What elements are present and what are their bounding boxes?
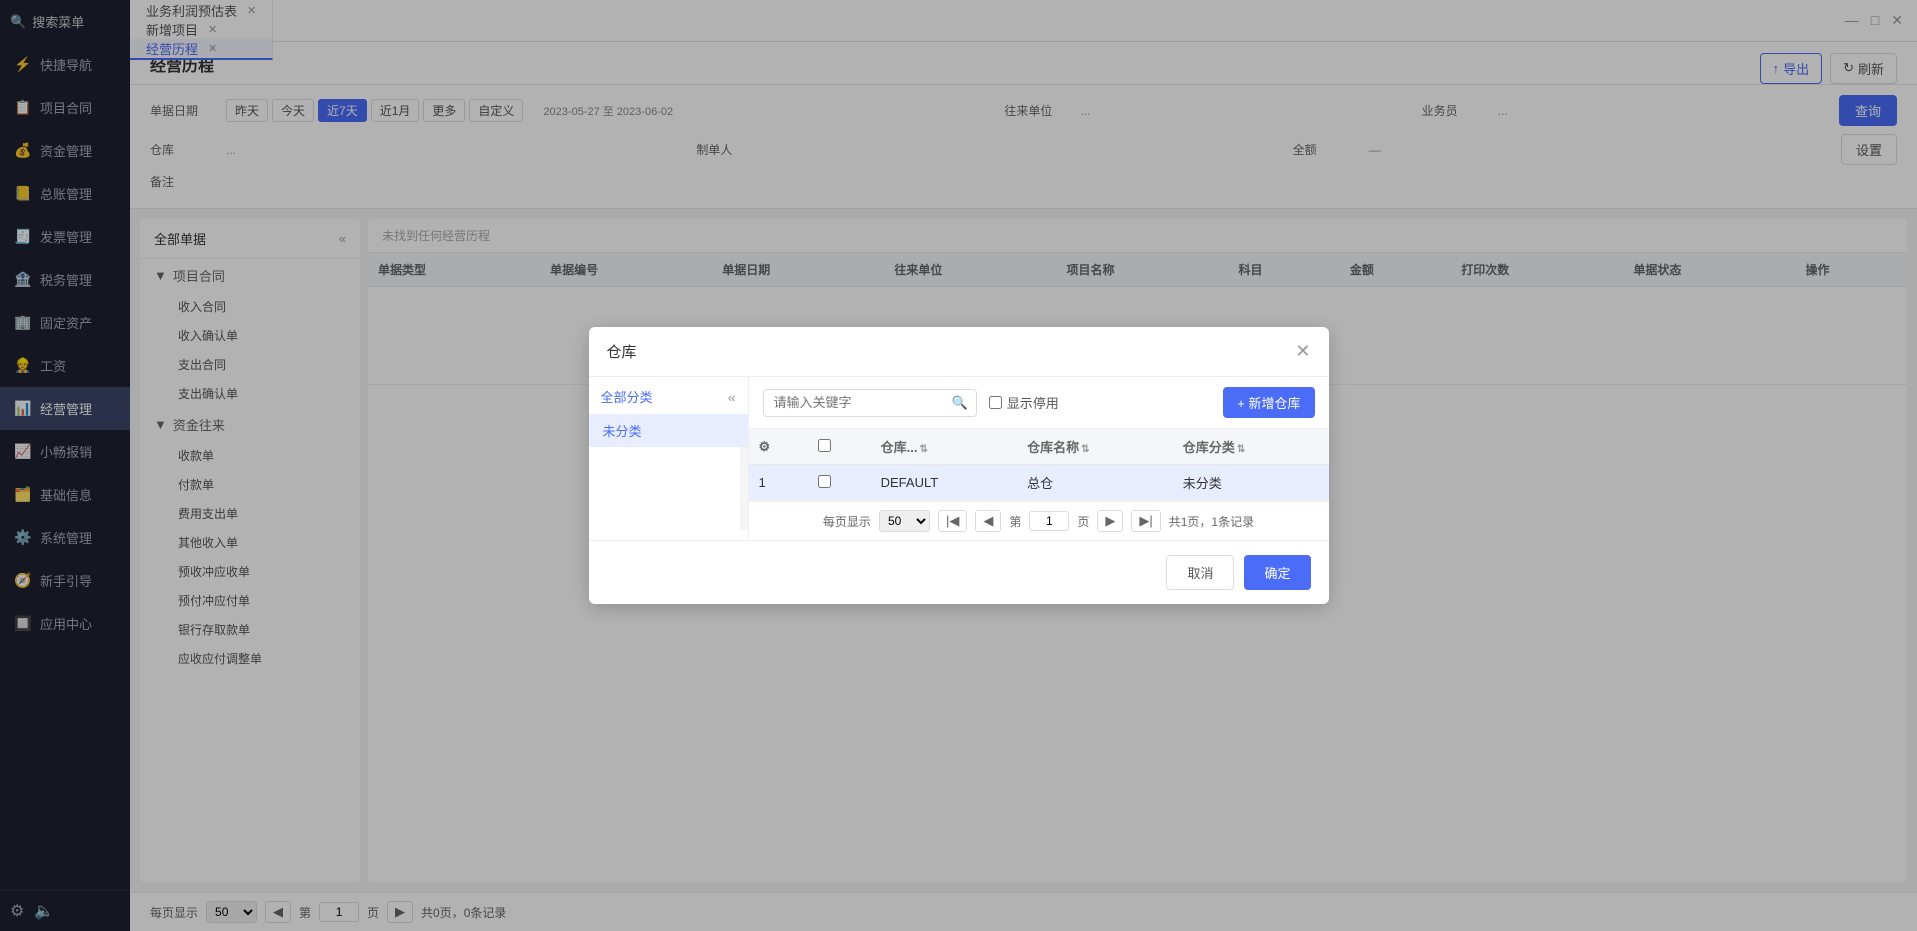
warehouse-modal: 仓库 ✕ 全部分类 « 未分类 <box>589 327 1329 604</box>
modal-toolbar: 🔍 显示停用 + 新增仓库 <box>749 377 1329 429</box>
modal-search-icon: 🔍 <box>944 390 976 416</box>
modal-search-input[interactable] <box>764 390 944 415</box>
warehouse-table-body: 1 DEFAULT 总仓 未分类 <box>749 465 1329 501</box>
modal-last-page-btn[interactable]: ▶| <box>1131 510 1160 532</box>
modal-prev-page-btn[interactable]: ◀ <box>975 510 1001 532</box>
modal-total: 共1页，1条记录 <box>1169 513 1254 530</box>
modal-search-box: 🔍 <box>763 389 977 417</box>
modal-unclassified-item[interactable]: 未分类 <box>589 414 748 447</box>
modal-per-page-select[interactable]: 50 100 <box>879 510 930 532</box>
modal-table-settings-icon[interactable]: ⚙ <box>759 439 771 454</box>
warehouse-table-header: ⚙ 仓库...⇅仓库名称⇅仓库分类⇅ <box>749 429 1329 465</box>
modal-page-label: 第 <box>1009 513 1021 530</box>
modal-th-warehouse_category: 仓库分类⇅ <box>1173 429 1329 465</box>
modal-th-settings[interactable]: ⚙ <box>749 429 809 465</box>
warehouse-table: ⚙ 仓库...⇅仓库名称⇅仓库分类⇅ 1 DEFAULT 总仓 未分类 <box>749 429 1329 501</box>
modal-per-page-label: 每页显示 <box>823 513 871 530</box>
row-category-0: 未分类 <box>1173 465 1329 501</box>
modal-table-wrapper[interactable]: ⚙ 仓库...⇅仓库名称⇅仓库分类⇅ 1 DEFAULT 总仓 未分类 <box>749 429 1329 501</box>
modal-pagination: 每页显示 50 100 |◀ ◀ 第 页 ▶ ▶| 共1页，1条记录 <box>749 501 1329 540</box>
modal-th-warehouse_code: 仓库...⇅ <box>871 429 1018 465</box>
modal-title: 仓库 <box>607 341 637 362</box>
modal-th-checkbox[interactable] <box>808 429 870 465</box>
modal-right-panel: 🔍 显示停用 + 新增仓库 ⚙ 仓库...⇅仓库名称⇅仓库分类⇅ <box>749 377 1329 540</box>
row-checkbox-0[interactable] <box>808 465 870 501</box>
show-disabled-label[interactable]: 显示停用 <box>989 393 1059 412</box>
modal-all-category[interactable]: 全部分类 <box>601 387 653 406</box>
row-code-0: DEFAULT <box>871 465 1018 501</box>
modal-page-input[interactable] <box>1029 511 1069 531</box>
modal-th-warehouse_name: 仓库名称⇅ <box>1017 429 1173 465</box>
modal-left-panel: 全部分类 « 未分类 <box>589 377 749 540</box>
row-checkbox-input-0[interactable] <box>818 475 831 488</box>
warehouse-row-0[interactable]: 1 DEFAULT 总仓 未分类 <box>749 465 1329 501</box>
modal-actions: 取消 确定 <box>589 540 1329 604</box>
modal-collapse-icon[interactable]: « <box>728 389 736 405</box>
modal-close-button[interactable]: ✕ <box>1295 341 1310 362</box>
modal-page-suffix: 页 <box>1077 513 1089 530</box>
show-disabled-checkbox[interactable] <box>989 396 1002 409</box>
modal-overlay[interactable]: 仓库 ✕ 全部分类 « 未分类 <box>0 0 1917 931</box>
row-name-0: 总仓 <box>1017 465 1173 501</box>
modal-next-page-btn[interactable]: ▶ <box>1097 510 1123 532</box>
modal-body: 全部分类 « 未分类 🔍 <box>589 377 1329 540</box>
row-index-0: 1 <box>749 465 809 501</box>
add-warehouse-button[interactable]: + 新增仓库 <box>1223 387 1314 418</box>
confirm-button[interactable]: 确定 <box>1244 555 1310 590</box>
cancel-button[interactable]: 取消 <box>1166 555 1234 590</box>
modal-header: 仓库 ✕ <box>589 327 1329 377</box>
modal-select-all-checkbox[interactable] <box>818 439 831 452</box>
modal-first-page-btn[interactable]: |◀ <box>938 510 967 532</box>
